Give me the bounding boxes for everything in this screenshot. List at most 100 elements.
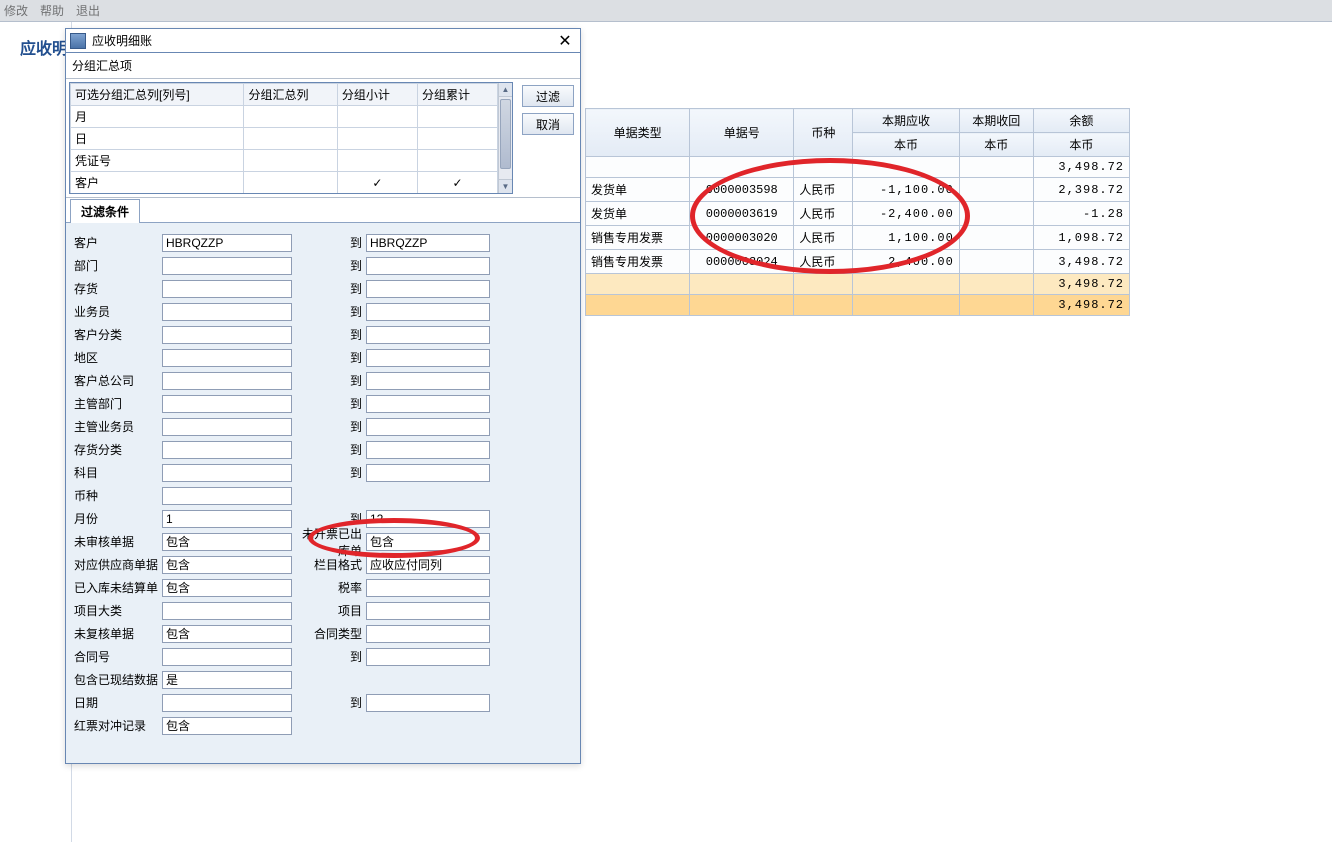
filter-input-to[interactable]: [366, 625, 490, 643]
filter-input-to[interactable]: [366, 234, 490, 252]
table-row[interactable]: 发货单0000003619人民币-2,400.00-1.28: [586, 202, 1130, 226]
filter-input-to[interactable]: [366, 395, 490, 413]
table-row[interactable]: 销售专用发票0000003020人民币1,100.001,098.72: [586, 226, 1130, 250]
scroll-thumb[interactable]: [500, 99, 511, 169]
filter-label: 合同号: [72, 648, 162, 665]
group-cell[interactable]: [244, 194, 337, 195]
filter-input[interactable]: [162, 625, 292, 643]
filter-input[interactable]: [162, 372, 292, 390]
filter-input-to[interactable]: [366, 418, 490, 436]
filter-input[interactable]: [162, 395, 292, 413]
group-cell[interactable]: ✓: [337, 172, 417, 194]
filter-input-to[interactable]: [366, 648, 490, 666]
filter-row: 客户到: [72, 231, 574, 254]
cell-blank: [959, 295, 1033, 316]
group-cell[interactable]: 月: [71, 106, 244, 128]
group-cell[interactable]: 凭证号: [71, 150, 244, 172]
group-cell[interactable]: [417, 150, 497, 172]
group-row[interactable]: 凭证号: [71, 150, 498, 172]
group-row[interactable]: 部门: [71, 194, 498, 195]
close-icon[interactable]: ✕: [554, 32, 576, 50]
filter-input-to[interactable]: [366, 326, 490, 344]
group-row[interactable]: 月: [71, 106, 498, 128]
filter-input[interactable]: [162, 579, 292, 597]
filter-input[interactable]: [162, 648, 292, 666]
filter-input-to[interactable]: [366, 257, 490, 275]
filter-input-to[interactable]: [366, 533, 490, 551]
menu-item[interactable]: 帮助: [40, 2, 64, 19]
group-row[interactable]: 客户 ✓✓: [71, 172, 498, 194]
cell-blank: [690, 274, 794, 295]
filter-input[interactable]: [162, 280, 292, 298]
tab-filter[interactable]: 过滤条件: [70, 199, 140, 223]
group-cell[interactable]: [244, 150, 337, 172]
filter-to-label: 项目: [292, 602, 366, 619]
filter-input[interactable]: [162, 510, 292, 528]
dialog-titlebar[interactable]: 应收明细账 ✕: [66, 29, 580, 53]
table-row[interactable]: 发货单0000003598人民币-1,100.002,398.72: [586, 178, 1130, 202]
group-cell[interactable]: [417, 128, 497, 150]
filter-input[interactable]: [162, 487, 292, 505]
group-col1: 分组汇总列: [244, 84, 337, 106]
filter-input[interactable]: [162, 717, 292, 735]
filter-row: 部门到: [72, 254, 574, 277]
filter-input-to[interactable]: [366, 372, 490, 390]
scroll-down-icon[interactable]: ▼: [499, 179, 512, 193]
group-cell[interactable]: [337, 150, 417, 172]
group-cell[interactable]: 部门: [71, 194, 244, 195]
filter-input-to[interactable]: [366, 579, 490, 597]
group-actions: 过滤 取消: [516, 79, 580, 197]
filter-input[interactable]: [162, 441, 292, 459]
filter-input[interactable]: [162, 349, 292, 367]
filter-input-to[interactable]: [366, 441, 490, 459]
filter-input[interactable]: [162, 234, 292, 252]
cell-currency: 人民币: [794, 226, 853, 250]
filter-input-to[interactable]: [366, 510, 490, 528]
menu-item[interactable]: 修改: [4, 2, 28, 19]
cell-blank: [853, 295, 959, 316]
filter-input[interactable]: [162, 418, 292, 436]
menu-item[interactable]: 退出: [76, 2, 100, 19]
filter-input-to[interactable]: [366, 349, 490, 367]
filter-input[interactable]: [162, 694, 292, 712]
filter-input[interactable]: [162, 602, 292, 620]
filter-input-to[interactable]: [366, 464, 490, 482]
filter-input[interactable]: [162, 556, 292, 574]
group-cell[interactable]: [337, 106, 417, 128]
group-cell[interactable]: [417, 106, 497, 128]
table-row[interactable]: 销售专用发票0000003024人民币2,400.003,498.72: [586, 250, 1130, 274]
group-cell[interactable]: [337, 194, 417, 195]
group-table[interactable]: 可选分组汇总列[列号] 分组汇总列 分组小计 分组累计 月日凭证号客户✓✓部门业…: [69, 82, 513, 194]
group-cell[interactable]: ✓: [417, 172, 497, 194]
group-cell[interactable]: [417, 194, 497, 195]
filter-input-to[interactable]: [366, 303, 490, 321]
group-row[interactable]: 日: [71, 128, 498, 150]
cell-currency: 人民币: [794, 250, 853, 274]
filter-input[interactable]: [162, 257, 292, 275]
filter-input[interactable]: [162, 533, 292, 551]
group-cell[interactable]: [244, 172, 337, 194]
group-cell[interactable]: [244, 106, 337, 128]
filter-input-to[interactable]: [366, 556, 490, 574]
group-scrollbar[interactable]: ▲ ▼: [498, 83, 512, 193]
group-cell[interactable]: [244, 128, 337, 150]
filter-input[interactable]: [162, 671, 292, 689]
filter-input-to[interactable]: [366, 602, 490, 620]
group-cell[interactable]: [337, 128, 417, 150]
filter-row: 已入库未结算单税率: [72, 576, 574, 599]
filter-label: 未审核单据: [72, 533, 162, 550]
filter-input-to[interactable]: [366, 280, 490, 298]
scroll-up-icon[interactable]: ▲: [499, 83, 512, 97]
filter-row: 对应供应商单据栏目格式: [72, 553, 574, 576]
group-cell[interactable]: 日: [71, 128, 244, 150]
filter-label: 币种: [72, 487, 162, 504]
filter-input-to[interactable]: [366, 694, 490, 712]
filter-input[interactable]: [162, 464, 292, 482]
group-cell[interactable]: 客户: [71, 172, 244, 194]
cancel-button[interactable]: 取消: [522, 113, 574, 135]
cell-doctype: 销售专用发票: [586, 250, 690, 274]
filter-input[interactable]: [162, 326, 292, 344]
filter-button[interactable]: 过滤: [522, 85, 574, 107]
filter-input[interactable]: [162, 303, 292, 321]
table-row[interactable]: 3,498.72: [586, 157, 1130, 178]
